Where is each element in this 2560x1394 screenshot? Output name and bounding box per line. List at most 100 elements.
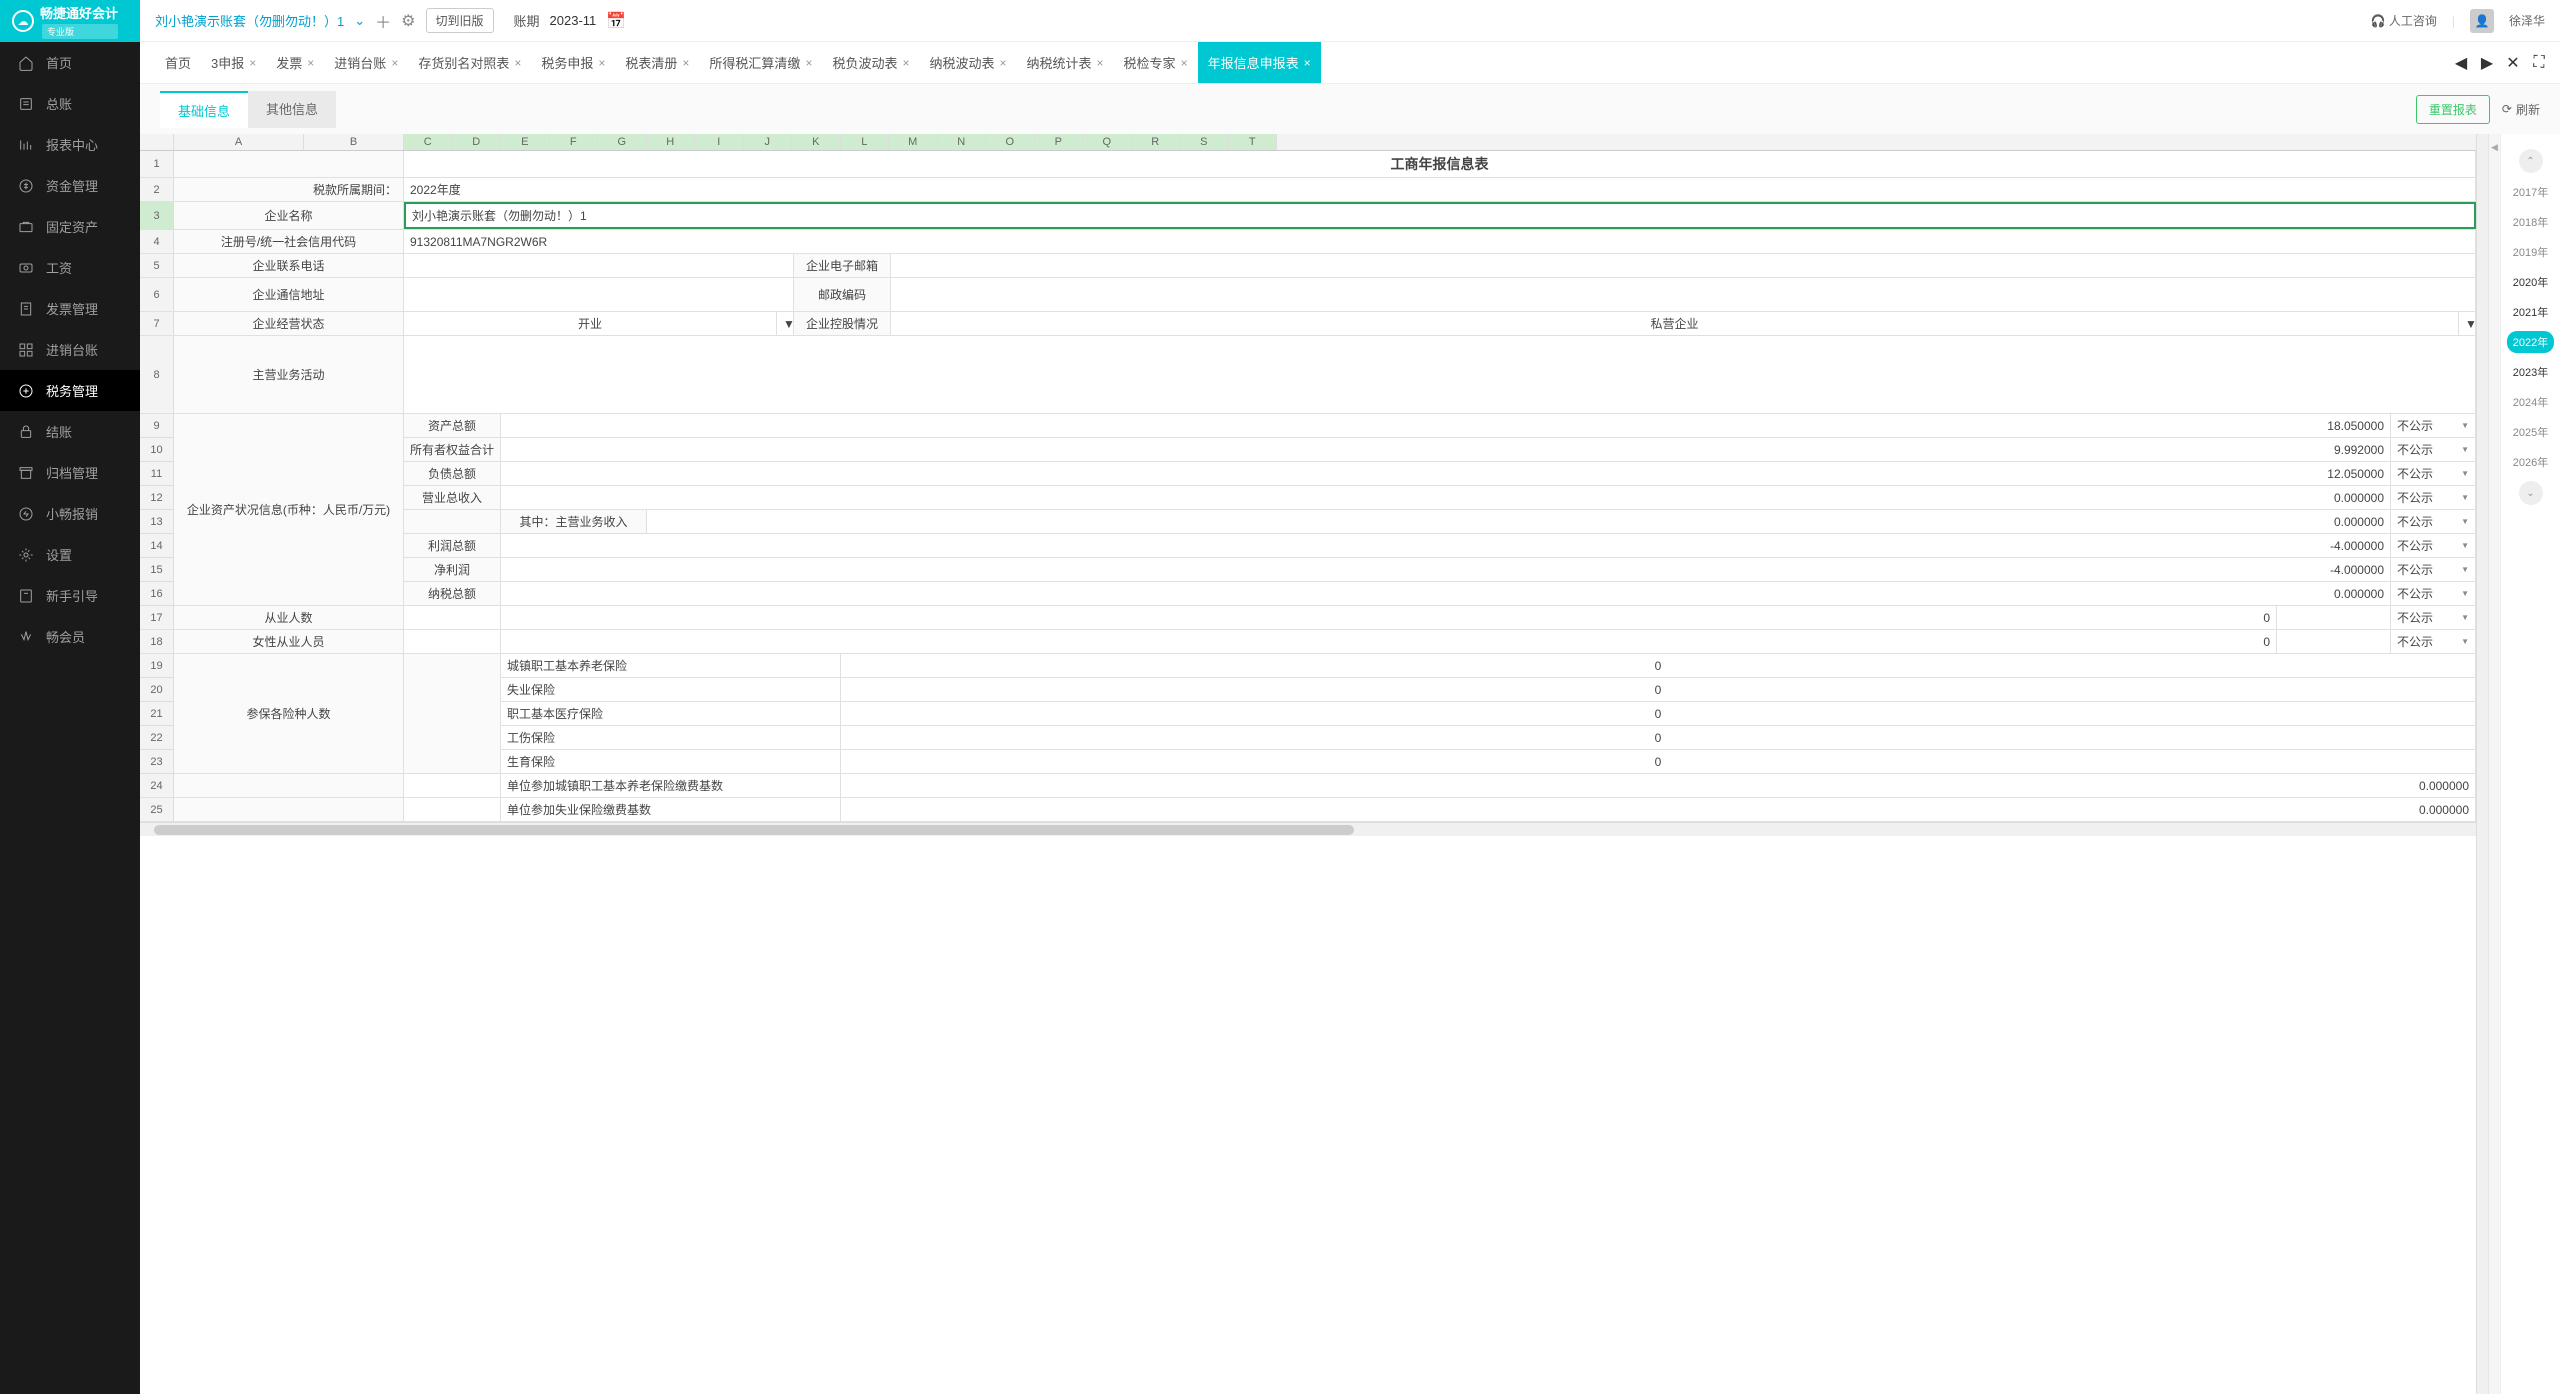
cell-value[interactable]: 0: [501, 606, 2277, 629]
nav-archive[interactable]: 归档管理: [0, 452, 140, 493]
spreadsheet[interactable]: A B C D E F G H I J K L M N O P Q: [140, 134, 2476, 1394]
row-header[interactable]: 24: [140, 774, 174, 797]
selected-cell[interactable]: 刘小艳演示账套（勿删勿动！）1: [404, 202, 2476, 229]
col-header[interactable]: E: [501, 134, 550, 150]
cell-value[interactable]: -4.000000: [501, 534, 2391, 557]
nav-invoice[interactable]: 发票管理: [0, 288, 140, 329]
tab-tax-wave[interactable]: 纳税波动表×: [919, 42, 1016, 83]
row-header[interactable]: 17: [140, 606, 174, 629]
tab-tax-declare[interactable]: 税务申报×: [531, 42, 615, 83]
cell-value[interactable]: [404, 278, 794, 311]
user-name[interactable]: 徐泽华: [2509, 12, 2545, 29]
cell-label[interactable]: 邮政编码: [794, 278, 891, 311]
cell-label[interactable]: 失业保险: [501, 678, 841, 701]
calendar-icon[interactable]: 📅: [606, 11, 626, 31]
col-header[interactable]: S: [1180, 134, 1229, 150]
cell-label[interactable]: 企业联系电话: [174, 254, 404, 277]
avatar[interactable]: 👤: [2470, 9, 2494, 33]
cell-label[interactable]: 企业名称: [174, 202, 404, 229]
cell-label[interactable]: 所有者权益合计: [404, 438, 501, 461]
close-icon[interactable]: ×: [1000, 56, 1007, 70]
cell-label[interactable]: 注册号/统一社会信用代码: [174, 230, 404, 253]
nav-home[interactable]: 首页: [0, 42, 140, 83]
row-header[interactable]: 2: [140, 178, 174, 201]
row-header[interactable]: 3: [140, 202, 174, 229]
display-dropdown[interactable]: 不公示: [2391, 582, 2476, 605]
dropdown-arrow[interactable]: ▼: [2459, 312, 2476, 335]
row-header[interactable]: 11: [140, 462, 174, 486]
cell-value[interactable]: 0.000000: [501, 582, 2391, 605]
close-icon[interactable]: ×: [682, 56, 689, 70]
nav-reports[interactable]: 报表中心: [0, 124, 140, 165]
tab-prev-button[interactable]: ◀: [2448, 50, 2474, 76]
tab-invoice[interactable]: 发票×: [266, 42, 324, 83]
nav-salary[interactable]: 工资: [0, 247, 140, 288]
close-icon[interactable]: ×: [514, 56, 521, 70]
cell-value[interactable]: 0: [841, 702, 2476, 725]
nav-guide[interactable]: 新手引导: [0, 575, 140, 616]
year-option-active[interactable]: 2022年: [2507, 331, 2554, 353]
row-header[interactable]: 9: [140, 414, 174, 438]
year-option[interactable]: 2019年: [2507, 241, 2554, 263]
col-header[interactable]: R: [1132, 134, 1181, 150]
cell-value[interactable]: 0: [841, 678, 2476, 701]
row-header[interactable]: 13: [140, 510, 174, 534]
cell-label[interactable]: 单位参加失业保险缴费基数: [501, 798, 841, 821]
col-header[interactable]: H: [647, 134, 696, 150]
nav-vip[interactable]: 畅会员: [0, 616, 140, 657]
year-option[interactable]: 2021年: [2507, 301, 2554, 323]
row-header[interactable]: 8: [140, 336, 174, 413]
row-header[interactable]: 6: [140, 278, 174, 311]
tab-inventory[interactable]: 进销台账×: [324, 42, 408, 83]
account-settings-button[interactable]: ⚙: [401, 11, 415, 31]
cell-value[interactable]: [891, 278, 2476, 311]
display-dropdown[interactable]: 不公示: [2391, 558, 2476, 581]
corner-cell[interactable]: [140, 134, 174, 150]
section-label[interactable]: 参保各险种人数: [174, 654, 404, 774]
close-icon[interactable]: ×: [902, 56, 909, 70]
year-down-button[interactable]: ⌄: [2519, 481, 2543, 505]
nav-funds[interactable]: 资金管理: [0, 165, 140, 206]
display-dropdown[interactable]: 不公示: [2391, 486, 2476, 509]
display-dropdown[interactable]: 不公示: [2391, 414, 2476, 437]
switch-old-button[interactable]: 切到旧版: [426, 8, 494, 33]
cell[interactable]: [174, 774, 404, 797]
cell-label[interactable]: 从业人数: [174, 606, 404, 629]
row-header[interactable]: 4: [140, 230, 174, 253]
cell-value[interactable]: 0: [841, 726, 2476, 749]
close-icon[interactable]: ×: [1181, 56, 1188, 70]
col-header[interactable]: Q: [1083, 134, 1132, 150]
tab-annual-report[interactable]: 年报信息申报表×: [1198, 42, 1321, 83]
year-option[interactable]: 2025年: [2507, 421, 2554, 443]
cell-label[interactable]: 职工基本医疗保险: [501, 702, 841, 725]
cell-label[interactable]: 纳税总额: [404, 582, 501, 605]
nav-tax[interactable]: 税务管理: [0, 370, 140, 411]
cell-label[interactable]: 单位参加城镇职工基本养老保险缴费基数: [501, 774, 841, 797]
year-option[interactable]: 2018年: [2507, 211, 2554, 233]
year-option[interactable]: 2024年: [2507, 391, 2554, 413]
cell-label[interactable]: 利润总额: [404, 534, 501, 557]
row-header[interactable]: 23: [140, 750, 174, 774]
year-up-button[interactable]: ⌃: [2519, 149, 2543, 173]
vertical-scrollbar[interactable]: [2476, 134, 2488, 1394]
row-header[interactable]: 21: [140, 702, 174, 726]
subtab-basic[interactable]: 基础信息: [160, 91, 248, 128]
col-header[interactable]: B: [304, 134, 404, 150]
row-header[interactable]: 10: [140, 438, 174, 462]
col-header[interactable]: K: [792, 134, 841, 150]
row-header[interactable]: 12: [140, 486, 174, 510]
close-icon[interactable]: ×: [1304, 56, 1311, 70]
row-header[interactable]: 18: [140, 630, 174, 653]
cell-value[interactable]: 91320811MA7NGR2W6R: [404, 230, 2476, 253]
cell-value[interactable]: -4.000000: [501, 558, 2391, 581]
cell-label[interactable]: 营业总收入: [404, 486, 501, 509]
tab-tax-burden[interactable]: 税负波动表×: [822, 42, 919, 83]
tab-next-button[interactable]: ▶: [2474, 50, 2500, 76]
tab-tax-stats[interactable]: 纳税统计表×: [1017, 42, 1114, 83]
display-dropdown[interactable]: 不公示: [2391, 462, 2476, 485]
dropdown-value[interactable]: 私营企业: [891, 312, 2459, 335]
nav-assets[interactable]: 固定资产: [0, 206, 140, 247]
cell-label[interactable]: 企业通信地址: [174, 278, 404, 311]
section-label[interactable]: 企业资产状况信息(币种：人民币/万元): [174, 414, 404, 606]
col-header[interactable]: M: [889, 134, 938, 150]
